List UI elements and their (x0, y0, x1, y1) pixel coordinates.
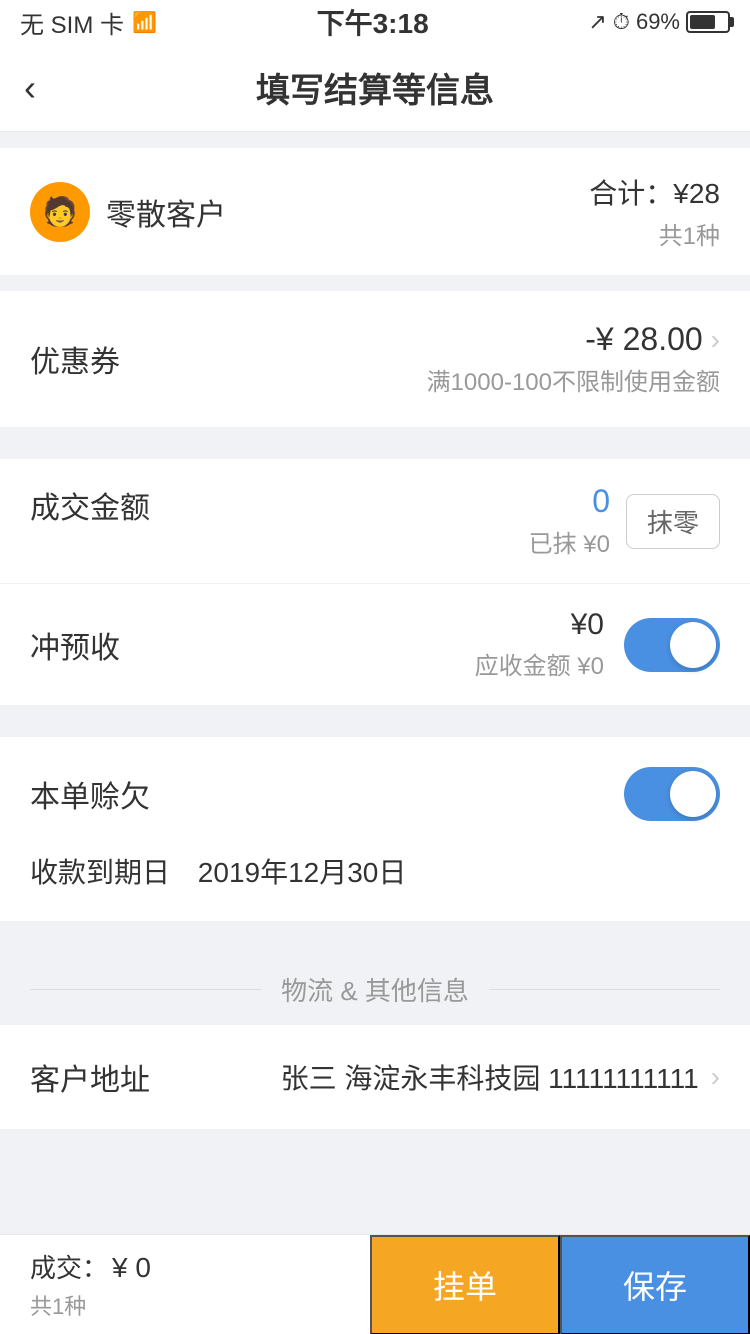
hold-button[interactable]: 挂单 (370, 1235, 560, 1334)
status-left: 无 SIM 卡 📶 (20, 5, 157, 40)
customer-left: 🧑 零散客户 (30, 182, 226, 242)
status-right: ↗ ⏱ 69% (588, 9, 730, 35)
transaction-label: 成交金额 (30, 483, 150, 527)
toggle-thumb (670, 622, 716, 668)
bottom-padding (0, 1145, 750, 1245)
carrier-label: 无 SIM 卡 (20, 5, 124, 40)
avatar-icon: 🧑 (43, 195, 78, 228)
battery-icon (686, 11, 730, 33)
wifi-icon: 📶 (132, 10, 157, 35)
debt-label: 本单赊欠 (30, 772, 150, 816)
due-date-row: 收款到期日 2019年12月30日 (0, 851, 750, 921)
spacer-1 (0, 443, 750, 459)
coupon-value: -¥ 28.00 › 满1000-100不限制使用金额 (427, 321, 720, 397)
prepay-label: 冲预收 (30, 623, 150, 667)
due-date-value: 2019年12月30日 (198, 857, 407, 888)
bottom-summary: 成交： ¥ 0 共1种 (0, 1248, 370, 1321)
due-date-label: 收款到期日 (30, 857, 170, 888)
status-bar: 无 SIM 卡 📶 下午3:18 ↗ ⏱ 69% (0, 0, 750, 44)
prepay-amount: ¥0 (571, 608, 604, 642)
spacer-2 (0, 721, 750, 737)
spacer-3 (0, 937, 750, 953)
logistics-divider: 物流 & 其他信息 (0, 953, 750, 1025)
transaction-section: 成交金额 0 已抹 ¥0 抹零 冲预收 ¥0 应收金额 ¥0 (0, 459, 750, 705)
alarm-icon: ⏱ (613, 9, 630, 35)
coupon-discount: -¥ 28.00 (585, 321, 702, 358)
battery-percent: 69% (636, 9, 680, 35)
page-title: 填写结算等信息 (256, 63, 494, 112)
transaction-amount-row: 成交金额 0 已抹 ¥0 抹零 (0, 459, 750, 584)
customer-total: 合计：¥28 共1种 (589, 172, 720, 251)
bottom-deal-amount: ¥ 0 (112, 1252, 151, 1284)
avatar: 🧑 (30, 182, 90, 242)
back-button[interactable]: ‹ (24, 67, 36, 109)
coupon-label: 优惠券 (30, 337, 150, 381)
status-time: 下午3:18 (317, 2, 429, 42)
total-count: 共1种 (589, 216, 720, 251)
transaction-right: 0 已抹 ¥0 抹零 (529, 483, 720, 559)
prepay-toggle[interactable] (624, 618, 720, 672)
bottom-bar: 成交： ¥ 0 共1种 挂单 保存 (0, 1234, 750, 1334)
prepay-row: 冲预收 ¥0 应收金额 ¥0 (0, 584, 750, 705)
address-value: 张三 海淀永丰科技园 11111111111 (281, 1057, 699, 1097)
customer-name: 零散客户 (106, 190, 226, 234)
address-chevron-icon: › (711, 1061, 720, 1093)
debt-row: 本单赊欠 (0, 737, 750, 851)
address-label: 客户地址 (30, 1055, 150, 1099)
round-zero-button[interactable]: 抹零 (626, 494, 720, 549)
transaction-value-area: 0 已抹 ¥0 (529, 483, 610, 559)
transaction-value[interactable]: 0 (592, 483, 610, 520)
coupon-row[interactable]: 优惠券 -¥ 28.00 › 满1000-100不限制使用金额 (0, 291, 750, 427)
bottom-count: 共1种 (30, 1289, 340, 1321)
coupon-section: 优惠券 -¥ 28.00 › 满1000-100不限制使用金额 (0, 291, 750, 427)
address-right: 张三 海淀永丰科技园 11111111111 › (261, 1057, 720, 1097)
debt-section: 本单赊欠 收款到期日 2019年12月30日 (0, 737, 750, 921)
prepay-values: ¥0 应收金额 ¥0 (475, 608, 604, 681)
address-row[interactable]: 客户地址 张三 海淀永丰科技园 11111111111 › (0, 1025, 750, 1129)
coupon-description: 满1000-100不限制使用金额 (427, 362, 720, 397)
debt-toggle[interactable] (624, 767, 720, 821)
chevron-right-icon: › (711, 324, 720, 356)
bottom-deal-row: 成交： ¥ 0 (30, 1248, 340, 1285)
logistics-label: 物流 & 其他信息 (261, 971, 489, 1008)
customer-section: 🧑 零散客户 合计：¥28 共1种 (0, 148, 750, 275)
nav-bar: ‹ 填写结算等信息 (0, 44, 750, 132)
location-icon: ↗ (588, 9, 606, 35)
address-section: 客户地址 张三 海淀永丰科技园 11111111111 › (0, 1025, 750, 1129)
customer-row: 🧑 零散客户 合计：¥28 共1种 (0, 148, 750, 275)
transaction-sub: 已抹 ¥0 (529, 524, 610, 559)
save-button[interactable]: 保存 (560, 1235, 750, 1334)
debt-toggle-thumb (670, 771, 716, 817)
prepay-right: ¥0 应收金额 ¥0 (475, 608, 720, 681)
bottom-deal-label: 成交： (30, 1248, 108, 1285)
prepay-sub: 应收金额 ¥0 (475, 646, 604, 681)
total-amount: 合计：¥28 (589, 172, 720, 212)
